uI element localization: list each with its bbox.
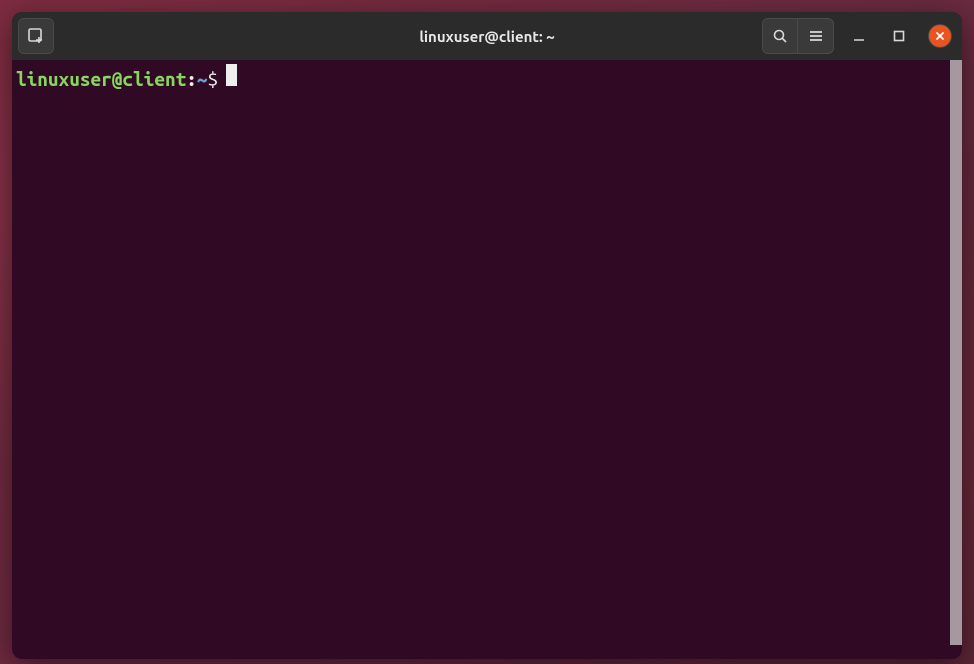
minimize-icon <box>853 30 865 42</box>
titlebar-left <box>18 18 54 54</box>
hamburger-menu-button[interactable] <box>798 18 834 54</box>
titlebar-button-group <box>762 18 834 54</box>
prompt-symbol: $ <box>208 68 219 92</box>
minimize-button[interactable] <box>844 21 874 51</box>
terminal-window: linuxuser@client: ~ <box>12 12 962 659</box>
scrollbar-track[interactable] <box>950 60 962 645</box>
search-button[interactable] <box>762 18 798 54</box>
titlebar: linuxuser@client: ~ <box>12 12 962 60</box>
titlebar-right <box>762 18 956 54</box>
maximize-icon <box>893 30 905 42</box>
close-icon <box>935 31 945 41</box>
terminal-cursor <box>226 64 237 86</box>
maximize-button[interactable] <box>884 21 914 51</box>
search-icon <box>772 28 788 44</box>
prompt-separator: : <box>186 68 197 92</box>
close-button[interactable] <box>928 24 952 48</box>
scrollbar-thumb[interactable] <box>950 60 962 645</box>
prompt-user-host: linuxuser@client <box>16 68 186 92</box>
prompt-path: ~ <box>197 68 208 92</box>
terminal-body[interactable]: linuxuser@client:~$ <box>12 60 962 659</box>
prompt-line: linuxuser@client:~$ <box>16 64 960 92</box>
new-tab-icon <box>27 27 45 45</box>
hamburger-icon <box>808 28 824 44</box>
new-tab-button[interactable] <box>18 18 54 54</box>
window-title: linuxuser@client: ~ <box>419 28 554 45</box>
